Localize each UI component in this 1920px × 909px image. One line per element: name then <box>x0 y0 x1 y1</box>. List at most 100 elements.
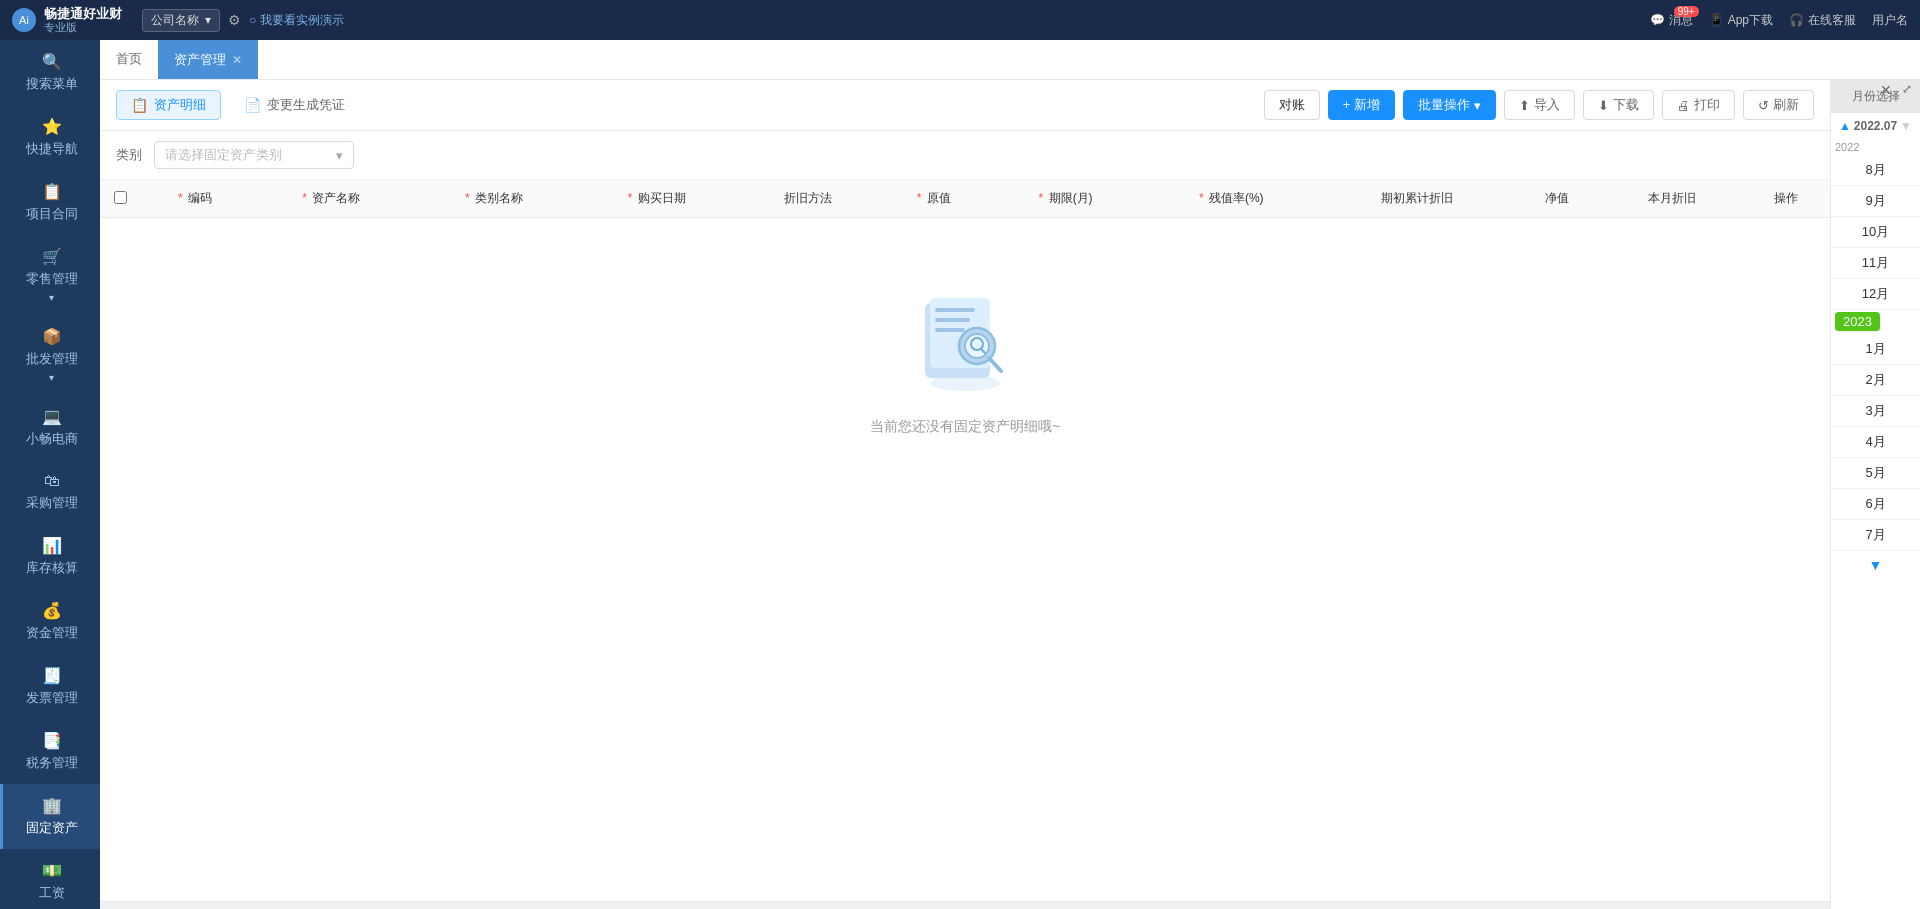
sidebar-item-project-contract[interactable]: 📋 项目合同 <box>0 170 100 235</box>
sidebar-item-payroll[interactable]: 💵 工资 <box>0 849 100 909</box>
download-button[interactable]: ⬇ 下载 <box>1583 90 1654 120</box>
header-net-value: 净值 <box>1513 180 1601 218</box>
bottom-nav-down[interactable]: ▼ <box>1831 551 1920 579</box>
select-all-checkbox[interactable] <box>114 191 127 204</box>
main-panel: 📋 资产明细 📄 变更生成凭证 对账 + 新增 <box>100 80 1830 909</box>
sidebar-item-inventory[interactable]: 📊 库存核算 <box>0 524 100 589</box>
sub-tab-change-voucher[interactable]: 📄 变更生成凭证 <box>229 90 360 120</box>
print-button[interactable]: 🖨 打印 <box>1662 90 1735 120</box>
filter-row: 类别 请选择固定资产类别 ▾ <box>100 131 1830 180</box>
month-item-2022-9[interactable]: 9月 <box>1831 186 1920 217</box>
batch-ops-button[interactable]: 批量操作 ▾ <box>1403 90 1496 120</box>
month-item-2023-4[interactable]: 4月 <box>1831 427 1920 458</box>
header-code: * 编码 <box>140 180 250 218</box>
select-chevron-icon: ▾ <box>336 148 343 163</box>
tab-home[interactable]: 首页 <box>100 40 158 79</box>
month-item-2023-2[interactable]: 2月 <box>1831 365 1920 396</box>
fund-icon: 💰 <box>42 601 62 620</box>
app-subtitle: 专业版 <box>44 21 122 34</box>
payroll-icon: 💵 <box>42 861 62 880</box>
ecommerce-icon: 💻 <box>42 407 62 426</box>
header-depreciation-method: 折旧方法 <box>738 180 879 218</box>
sidebar-item-tax-management[interactable]: 📑 税务管理 <box>0 719 100 784</box>
header-original-value: * 原值 <box>879 180 989 218</box>
user-profile[interactable]: 用户名 <box>1872 12 1908 29</box>
header-category-name: * 类别名称 <box>413 180 576 218</box>
company-selector[interactable]: 公司名称 ▾ <box>142 9 220 32</box>
search-icon: 🔍 <box>42 52 62 71</box>
reconcile-button[interactable]: 对账 <box>1264 90 1320 120</box>
sidebar: 🔍 搜索菜单 ⭐ 快捷导航 📋 项目合同 🛒 零售管理 ▾ 📦 批发管理 ▾ 💻… <box>0 40 100 909</box>
tab-close-icon[interactable]: ✕ <box>232 53 242 67</box>
empty-state: 当前您还没有固定资产明细哦~ <box>100 218 1830 496</box>
sidebar-item-retail-management[interactable]: 🛒 零售管理 ▾ <box>0 235 100 315</box>
refresh-button[interactable]: ↺ 刷新 <box>1743 90 1814 120</box>
month-item-2023-3[interactable]: 3月 <box>1831 396 1920 427</box>
sidebar-item-invoice-management[interactable]: 🧾 发票管理 <box>0 654 100 719</box>
sidebar-item-mini-ecommerce[interactable]: 💻 小畅电商 <box>0 395 100 460</box>
month-panel: ✕ ⤢ 月份选择 ▲ 2022.07 ▼ 2022 8月 9月 10月 11月 … <box>1830 80 1920 909</box>
nav-down-button: ▼ <box>1900 119 1912 133</box>
sidebar-label: 固定资产 <box>26 819 78 837</box>
sidebar-label: 采购管理 <box>26 494 78 512</box>
toolbar-right: 对账 + 新增 批量操作 ▾ ⬆ 导入 <box>1264 90 1814 120</box>
add-button[interactable]: + 新增 <box>1328 90 1395 120</box>
month-item-2023-5[interactable]: 5月 <box>1831 458 1920 489</box>
sub-tabs-toolbar: 📋 资产明细 📄 变更生成凭证 对账 + 新增 <box>100 80 1830 131</box>
sidebar-item-quick-nav[interactable]: ⭐ 快捷导航 <box>0 105 100 170</box>
message-button[interactable]: 💬 消息 99+ <box>1650 12 1693 29</box>
header-residual-rate: * 残值率(%) <box>1143 180 1320 218</box>
top-bar: Ai 畅捷通好业财 专业版 公司名称 ▾ ⚙ ○ 我要看实例演示 💬 消息 99… <box>0 0 1920 40</box>
sidebar-label: 搜索菜单 <box>26 75 78 93</box>
down-arrow-icon: ▼ <box>1869 557 1883 573</box>
import-button[interactable]: ⬆ 导入 <box>1504 90 1575 120</box>
month-item-2023-6[interactable]: 6月 <box>1831 489 1920 520</box>
month-item-2023-7[interactable]: 7月 <box>1831 520 1920 551</box>
month-item-2022-10[interactable]: 10月 <box>1831 217 1920 248</box>
header-period-months: * 期限(月) <box>989 180 1143 218</box>
category-filter-select[interactable]: 请选择固定资产类别 ▾ <box>154 141 354 169</box>
panel-expand-button[interactable]: ⤢ <box>1902 82 1912 96</box>
month-item-2023-1[interactable]: 1月 <box>1831 334 1920 365</box>
sub-tab-asset-details[interactable]: 📋 资产明细 <box>116 90 221 120</box>
invoice-icon: 🧾 <box>42 666 62 685</box>
table-header-row: * 编码 * 资产名称 * 类别名称 <box>100 180 1830 218</box>
import-icon: ⬆ <box>1519 98 1530 113</box>
year-2023-badge[interactable]: 2023 <box>1835 312 1880 332</box>
tab-asset-management[interactable]: 资产管理 ✕ <box>158 40 258 79</box>
month-item-2022-12[interactable]: 12月 <box>1831 279 1920 310</box>
sidebar-label: 批发管理 <box>26 350 78 368</box>
panel-close-button[interactable]: ✕ <box>1880 82 1892 98</box>
online-service-button[interactable]: 🎧 在线客服 <box>1789 12 1856 29</box>
refresh-icon: ↺ <box>1758 98 1769 113</box>
app-name: 畅捷通好业财 <box>44 6 122 22</box>
sidebar-item-batch-management[interactable]: 📦 批发管理 ▾ <box>0 315 100 395</box>
sidebar-item-fund-management[interactable]: 💰 资金管理 <box>0 589 100 654</box>
category-placeholder: 请选择固定资产类别 <box>165 146 282 164</box>
sidebar-label: 零售管理 <box>26 270 78 288</box>
table-scroll-bar[interactable] <box>100 901 1830 909</box>
month-item-2022-8[interactable]: 8月 <box>1831 155 1920 186</box>
current-year-display: 2022.07 <box>1854 119 1897 133</box>
sidebar-item-search-menu[interactable]: 🔍 搜索菜单 <box>0 40 100 105</box>
sub-tab-asset-details-label: 资产明细 <box>154 96 206 114</box>
assets-icon: 🏢 <box>42 796 62 815</box>
headset-icon: 🎧 <box>1789 13 1804 27</box>
chevron-icon: ▾ <box>49 292 54 303</box>
batch-icon: 📦 <box>42 327 62 346</box>
app-download-button[interactable]: 📱 App下载 <box>1709 12 1773 29</box>
nav-up-button[interactable]: ▲ <box>1839 119 1851 133</box>
contract-icon: 📋 <box>42 182 62 201</box>
voucher-tab-icon: 📄 <box>244 97 261 113</box>
tab-bar: 首页 资产管理 ✕ <box>100 40 1920 80</box>
demo-link[interactable]: ○ 我要看实例演示 <box>249 12 344 29</box>
sidebar-item-purchase-management[interactable]: 🛍 采购管理 <box>0 460 100 524</box>
month-item-2022-11[interactable]: 11月 <box>1831 248 1920 279</box>
table-container[interactable]: * 编码 * 资产名称 * 类别名称 <box>100 180 1830 901</box>
detail-tab-icon: 📋 <box>131 97 148 113</box>
user-name: 用户名 <box>1872 12 1908 29</box>
settings-icon[interactable]: ⚙ <box>228 12 241 28</box>
sidebar-item-fixed-assets[interactable]: 🏢 固定资产 <box>0 784 100 849</box>
empty-illustration <box>905 278 1025 398</box>
app-brand: Ai 畅捷通好业财 专业版 <box>12 6 122 35</box>
